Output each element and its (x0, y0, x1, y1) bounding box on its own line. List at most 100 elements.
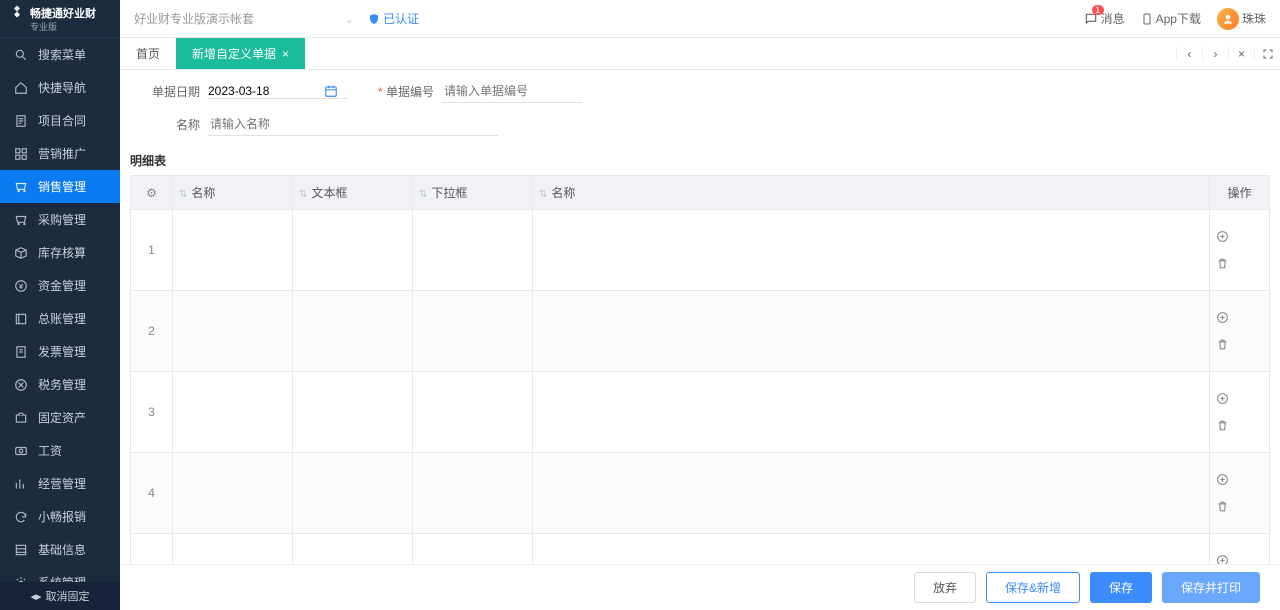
cell-text[interactable] (293, 210, 413, 291)
col-name1[interactable]: ⇅名称 (173, 176, 293, 210)
chevron-down-icon: ⌄ (344, 12, 354, 26)
row-number: 1 (131, 210, 173, 291)
add-row-icon[interactable] (1216, 230, 1263, 243)
cell-name2[interactable] (533, 291, 1210, 372)
pin-icon: ◂▸ (30, 590, 41, 603)
shield-icon (368, 13, 380, 25)
table-row[interactable]: 5 (131, 534, 1270, 565)
sidebar-item-10[interactable]: 税务管理 (0, 368, 120, 401)
add-row-icon[interactable] (1216, 392, 1263, 405)
col-gear[interactable]: ⚙ (131, 176, 173, 210)
col-text[interactable]: ⇅文本框 (293, 176, 413, 210)
delete-row-icon[interactable] (1216, 500, 1263, 513)
cell-select[interactable] (413, 372, 533, 453)
cell-name1[interactable] (173, 453, 293, 534)
tab-next-button[interactable]: › (1202, 47, 1228, 61)
book-icon (14, 312, 28, 326)
message-button[interactable]: 消息 1 (1084, 10, 1125, 27)
account-selector[interactable]: 好业财专业版演示帐套 ⌄ (134, 10, 354, 27)
cell-name1[interactable] (173, 534, 293, 565)
tabbar: 首页 新增自定义单据 × ‹ › × (120, 38, 1280, 70)
col-name2[interactable]: ⇅名称 (533, 176, 1210, 210)
sidebar-item-3[interactable]: 营销推广 (0, 137, 120, 170)
sidebar-item-16[interactable]: 系统管理 (0, 566, 120, 582)
sidebar-item-6[interactable]: 库存核算 (0, 236, 120, 269)
col-select[interactable]: ⇅下拉框 (413, 176, 533, 210)
save-button[interactable]: 保存 (1090, 572, 1152, 603)
sidebar-item-9[interactable]: 发票管理 (0, 335, 120, 368)
cell-name1[interactable] (173, 210, 293, 291)
sidebar-item-label: 固定资产 (38, 409, 86, 426)
delete-row-icon[interactable] (1216, 257, 1263, 270)
sidebar-item-1[interactable]: 快捷导航 (0, 71, 120, 104)
discard-button[interactable]: 放弃 (914, 572, 976, 603)
cell-select[interactable] (413, 534, 533, 565)
tab-prev-button[interactable]: ‹ (1176, 47, 1202, 61)
save-print-button[interactable]: 保存并打印 (1162, 572, 1260, 603)
calendar-icon[interactable] (324, 84, 338, 98)
cell-select[interactable] (413, 210, 533, 291)
table-row[interactable]: 2 (131, 291, 1270, 372)
add-row-icon[interactable] (1216, 473, 1263, 486)
tab-close-all-button[interactable]: × (1228, 47, 1254, 61)
fullscreen-button[interactable] (1254, 48, 1280, 60)
cell-text[interactable] (293, 534, 413, 565)
sidebar-item-label: 经营管理 (38, 475, 86, 492)
sidebar-item-2[interactable]: 项目合同 (0, 104, 120, 137)
sidebar-item-8[interactable]: 总账管理 (0, 302, 120, 335)
cell-select[interactable] (413, 453, 533, 534)
date-input-wrap[interactable] (208, 84, 348, 99)
verified-label: 已认证 (383, 10, 419, 27)
detail-table: ⚙ ⇅名称 ⇅文本框 ⇅下拉框 ⇅名称 操作 12345678910 (130, 175, 1270, 564)
sidebar-item-11[interactable]: 固定资产 (0, 401, 120, 434)
user-menu[interactable]: 珠珠 (1217, 8, 1266, 30)
cell-name2[interactable] (533, 453, 1210, 534)
add-row-icon[interactable] (1216, 554, 1263, 564)
app-download-button[interactable]: App下载 (1141, 10, 1201, 27)
tab-active[interactable]: 新增自定义单据 × (176, 38, 305, 69)
table-row[interactable]: 4 (131, 453, 1270, 534)
sidebar-item-4[interactable]: 销售管理 (0, 170, 120, 203)
close-icon[interactable]: × (282, 47, 289, 61)
sidebar-item-5[interactable]: 采购管理 (0, 203, 120, 236)
sidebar-item-12[interactable]: 工资 (0, 434, 120, 467)
cell-select[interactable] (413, 291, 533, 372)
invoice-icon (14, 345, 28, 359)
cell-name2[interactable] (533, 372, 1210, 453)
bill-no-input[interactable] (442, 80, 582, 103)
asset-icon (14, 411, 28, 425)
sidebar-item-label: 库存核算 (38, 244, 86, 261)
delete-row-icon[interactable] (1216, 338, 1263, 351)
cart-icon (14, 213, 28, 227)
sidebar-item-7[interactable]: 资金管理 (0, 269, 120, 302)
cell-name1[interactable] (173, 291, 293, 372)
date-input[interactable] (208, 84, 318, 98)
sidebar-item-0[interactable]: 搜索菜单 (0, 38, 120, 71)
sidebar-item-13[interactable]: 经营管理 (0, 467, 120, 500)
tab-active-label: 新增自定义单据 (192, 45, 276, 62)
add-row-icon[interactable] (1216, 311, 1263, 324)
cell-text[interactable] (293, 291, 413, 372)
cell-name2[interactable] (533, 210, 1210, 291)
brand-name: 畅捷通好业财 (30, 5, 96, 21)
sidebar-pin-toggle[interactable]: ◂▸ 取消固定 (0, 582, 120, 610)
delete-row-icon[interactable] (1216, 419, 1263, 432)
sidebar-item-15[interactable]: 基础信息 (0, 533, 120, 566)
gear-icon[interactable]: ⚙ (146, 186, 157, 200)
message-badge: 1 (1092, 5, 1104, 15)
name-input[interactable] (208, 113, 498, 136)
save-new-button[interactable]: 保存&新增 (986, 572, 1080, 603)
cell-name1[interactable] (173, 372, 293, 453)
money-icon (14, 279, 28, 293)
message-label: 消息 (1101, 10, 1125, 27)
cell-name2[interactable] (533, 534, 1210, 565)
table-row[interactable]: 3 (131, 372, 1270, 453)
tax-icon (14, 378, 28, 392)
cell-ops (1210, 372, 1270, 453)
sys-icon (14, 576, 28, 583)
sidebar-item-14[interactable]: 小畅报销 (0, 500, 120, 533)
cell-text[interactable] (293, 372, 413, 453)
cell-text[interactable] (293, 453, 413, 534)
table-row[interactable]: 1 (131, 210, 1270, 291)
tab-home[interactable]: 首页 (120, 38, 176, 69)
